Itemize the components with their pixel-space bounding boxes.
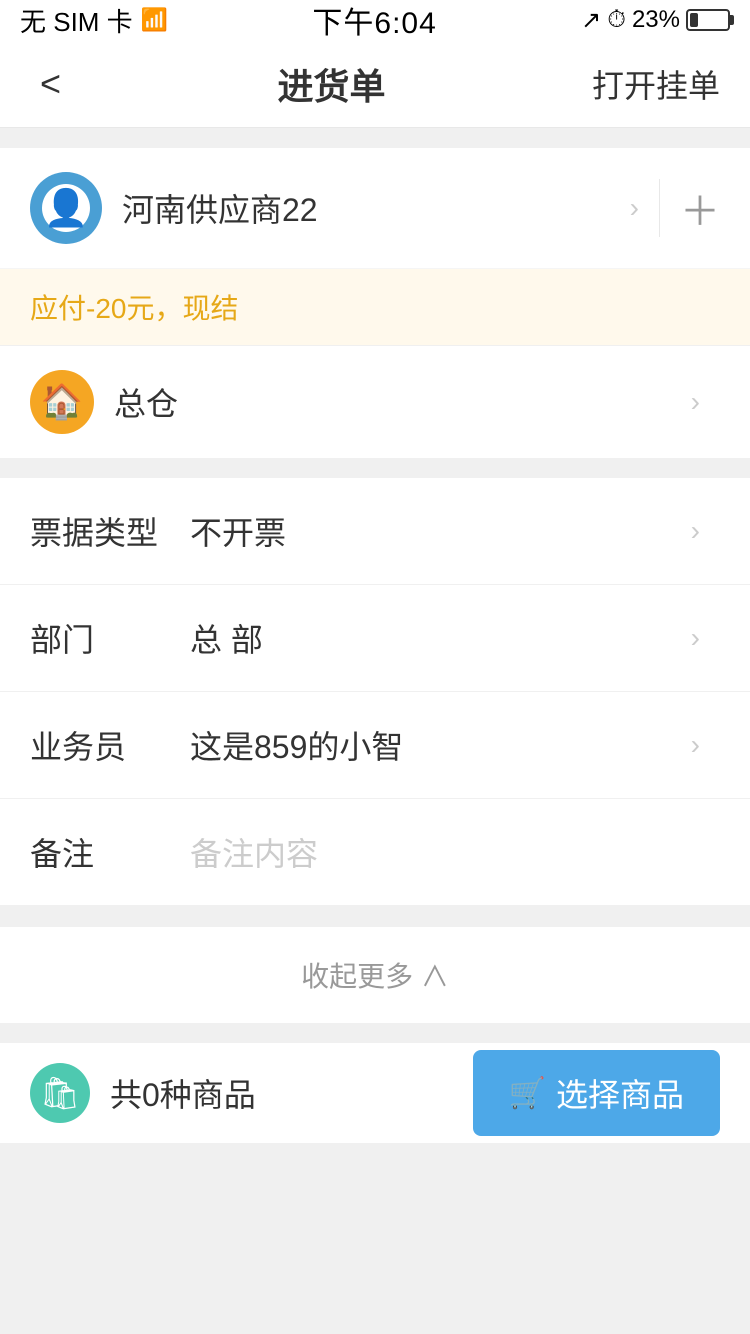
bottom-bar: 🛍 共0种商品 🛒 选择商品 <box>0 1043 750 1143</box>
dept-label: 部门 <box>30 615 190 661</box>
nav-bar: < 进货单 打开挂单 <box>0 40 750 128</box>
invoice-type-row[interactable]: 票据类型 不开票 › <box>0 478 750 585</box>
dept-value: 总 部 <box>190 615 691 661</box>
invoice-value: 不开票 <box>190 508 691 554</box>
back-button[interactable]: < <box>30 53 71 115</box>
select-icon: 🛒 <box>509 1076 546 1111</box>
dept-chevron-icon: › <box>691 622 700 654</box>
form-section: 票据类型 不开票 › 部门 总 部 › 业务员 这是859的小智 › 备注 备注… <box>0 478 750 906</box>
notice-text: 应付-20元，现结 <box>30 293 238 324</box>
battery-icon <box>686 9 730 31</box>
sales-chevron-icon: › <box>691 729 700 761</box>
alarm-icon: ⏱ <box>607 6 626 34</box>
wifi-icon: 📶 <box>141 7 168 33</box>
warehouse-row[interactable]: 🏠 总仓 › <box>0 345 750 458</box>
battery-percent: 23% <box>632 6 680 34</box>
invoice-label: 票据类型 <box>30 508 190 554</box>
supplier-row[interactable]: 👤 河南供应商22 › ＋ <box>0 148 750 269</box>
collapse-label: 收起更多 ∧ <box>301 955 449 995</box>
sales-row[interactable]: 业务员 这是859的小智 › <box>0 692 750 799</box>
supplier-avatar: 👤 <box>30 172 102 244</box>
product-icon: 🛍 <box>30 1063 90 1123</box>
top-divider <box>0 128 750 148</box>
sales-label: 业务员 <box>30 722 190 768</box>
status-left: 无 SIM 卡 📶 <box>20 2 168 39</box>
product-count: 共0种商品 <box>110 1070 473 1116</box>
dept-row[interactable]: 部门 总 部 › <box>0 585 750 692</box>
notice-row: 应付-20元，现结 <box>0 269 750 345</box>
select-product-button[interactable]: 🛒 选择商品 <box>473 1050 720 1136</box>
warehouse-icon: 🏠 <box>30 370 94 434</box>
carrier-text: 无 SIM 卡 <box>20 2 133 39</box>
invoice-chevron-icon: › <box>691 515 700 547</box>
warehouse-chevron-icon: › <box>691 386 700 418</box>
warehouse-name: 总仓 <box>114 379 691 425</box>
add-supplier-button[interactable]: ＋ <box>659 179 720 237</box>
sales-value: 这是859的小智 <box>190 722 691 768</box>
status-right: ↗ ⏱ 23% <box>581 6 730 35</box>
supplier-chevron-icon: › <box>630 192 639 224</box>
select-btn-label: 选择商品 <box>556 1070 684 1116</box>
status-time: 下午6:04 <box>312 0 436 42</box>
supplier-name: 河南供应商22 <box>122 185 630 231</box>
remark-label: 备注 <box>30 829 190 875</box>
remark-input[interactable]: 备注内容 <box>190 829 720 875</box>
page-title: 进货单 <box>278 58 386 110</box>
person-icon: 👤 <box>44 187 89 229</box>
location-icon: ↗ <box>581 6 601 35</box>
supplier-section: 👤 河南供应商22 › ＋ 应付-20元，现结 🏠 总仓 › <box>0 148 750 458</box>
remark-row[interactable]: 备注 备注内容 <box>0 799 750 906</box>
avatar-inner: 👤 <box>42 184 90 232</box>
collapse-row[interactable]: 收起更多 ∧ <box>0 926 750 1023</box>
status-bar: 无 SIM 卡 📶 下午6:04 ↗ ⏱ 23% <box>0 0 750 40</box>
open-pending-button[interactable]: 打开挂单 <box>592 61 720 107</box>
